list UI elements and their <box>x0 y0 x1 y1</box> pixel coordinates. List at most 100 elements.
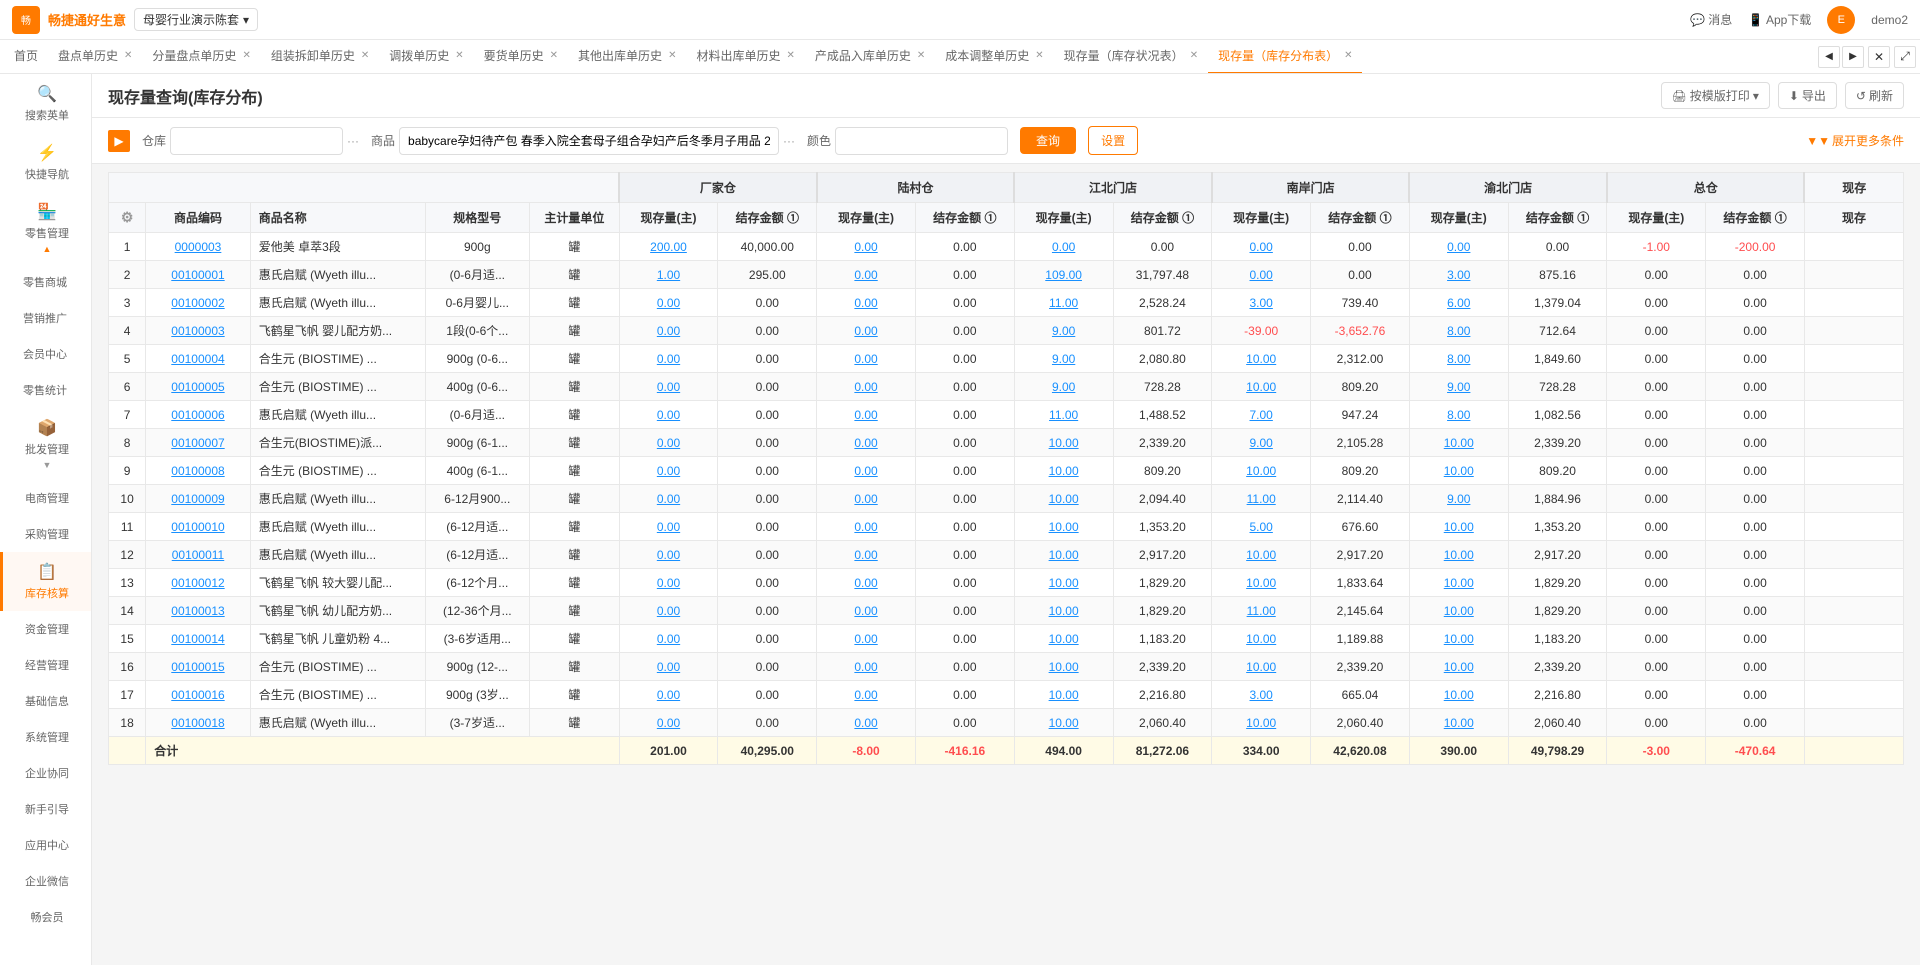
cell-total-amt: 0.00 <box>1706 401 1805 429</box>
cell-factory-qty: 0.00 <box>619 681 718 709</box>
sidebar-item-ecommerce[interactable]: 电商管理 <box>0 480 91 516</box>
cell-na-qty: 10.00 <box>1212 625 1311 653</box>
cell-yb-amt: 1,379.04 <box>1508 289 1607 317</box>
query-btn[interactable]: 查询 <box>1020 127 1076 154</box>
close-tab-partial-count[interactable]: ✕ <box>242 50 250 61</box>
col-jb-qty: 现存量(主) <box>1014 203 1113 233</box>
group-header-base <box>109 173 620 203</box>
tab-material-out[interactable]: 材料出库单历史 ✕ <box>686 40 804 74</box>
group-header-lc: 陆村仓 <box>817 173 1015 203</box>
cell-total-qty: 0.00 <box>1607 597 1706 625</box>
sidebar-item-operations[interactable]: 经营管理 <box>0 647 91 683</box>
cell-total-amt: 0.00 <box>1706 597 1805 625</box>
cell-spec: (6-12月适... <box>425 513 530 541</box>
tab-cost-adjust[interactable]: 成本调整单历史 ✕ <box>935 40 1053 74</box>
sidebar-item-retail-mgmt[interactable]: 🏪 零售管理 ▲ <box>0 192 91 264</box>
cell-lc-amt: 0.00 <box>915 485 1014 513</box>
tab-product-in[interactable]: 产成品入库单历史 ✕ <box>805 40 935 74</box>
avatar[interactable]: E <box>1827 6 1855 34</box>
cell-jb-amt: 1,353.20 <box>1113 513 1212 541</box>
cell-name: 合生元 (BIOSTIME) ... <box>250 373 425 401</box>
cell-factory-qty: 0.00 <box>619 429 718 457</box>
tab-other-out[interactable]: 其他出库单历史 ✕ <box>568 40 686 74</box>
cell-current <box>1804 709 1903 737</box>
warehouse-input[interactable] <box>170 127 343 155</box>
sidebar-item-enterprise[interactable]: 企业协同 <box>0 755 91 791</box>
close-tab-stock-table[interactable]: ✕ <box>1190 50 1198 61</box>
nav-expand-btn[interactable]: ⤢ <box>1894 46 1916 68</box>
close-tab-combo-disassemble[interactable]: ✕ <box>361 50 369 61</box>
cell-total-amt: 0.00 <box>1706 317 1805 345</box>
sidebar-item-shortcut[interactable]: ⚡ 快捷导航 <box>0 133 91 192</box>
cell-total-amt: 0.00 <box>1706 681 1805 709</box>
settings-btn[interactable]: 设置 <box>1088 126 1138 155</box>
tab-purchase-request[interactable]: 要货单历史 ✕ <box>474 40 568 74</box>
sidebar-item-purchase[interactable]: 采购管理 <box>0 516 91 552</box>
tab-combo-disassemble[interactable]: 组装拆卸单历史 ✕ <box>261 40 379 74</box>
sidebar-item-member[interactable]: 会员中心 <box>0 336 91 372</box>
sidebar-item-wholesale[interactable]: 📦 批发管理 ▼ <box>0 408 91 480</box>
app-download-btn[interactable]: 📱 App下载 <box>1748 11 1811 28</box>
cell-total-qty: 0.00 <box>1607 289 1706 317</box>
sidebar-item-wechat[interactable]: 企业微信 <box>0 863 91 899</box>
company-select[interactable]: 母婴行业演示陈套 ▾ <box>134 8 258 31</box>
sidebar-item-finance[interactable]: 资金管理 <box>0 611 91 647</box>
nav-prev-btn[interactable]: ◀ <box>1818 46 1840 68</box>
cell-name: 飞鹤星飞帆 较大婴儿配... <box>250 569 425 597</box>
print-btn[interactable]: 🖨 按模版打印 ▾ <box>1661 82 1770 109</box>
nav-close-all-btn[interactable]: ✕ <box>1868 46 1890 68</box>
product-input[interactable] <box>399 127 779 155</box>
sidebar-item-marketing[interactable]: 营销推广 <box>0 300 91 336</box>
sidebar-item-guide[interactable]: 新手引导 <box>0 791 91 827</box>
tab-stock-dist[interactable]: 现存量（库存分布表） ✕ <box>1208 40 1362 74</box>
color-input[interactable] <box>835 127 1008 155</box>
sidebar-item-vip[interactable]: 畅会员 <box>0 899 91 935</box>
sidebar-item-system[interactable]: 系统管理 <box>0 719 91 755</box>
cell-lc-amt: 0.00 <box>915 233 1014 261</box>
cell-na-qty: 10.00 <box>1212 457 1311 485</box>
refresh-btn[interactable]: ↺ 刷新 <box>1845 82 1904 109</box>
cell-factory-qty: 0.00 <box>619 289 718 317</box>
nav-next-btn[interactable]: ▶ <box>1842 46 1864 68</box>
close-tab-purchase-request[interactable]: ✕ <box>550 50 558 61</box>
sidebar-item-inventory[interactable]: 📋 库存核算 <box>0 552 91 611</box>
username[interactable]: demo2 <box>1871 13 1908 27</box>
sidebar-item-appcenter[interactable]: 应用中心 <box>0 827 91 863</box>
sidebar-item-retail-stats[interactable]: 零售统计 <box>0 372 91 408</box>
cell-spec: (0-6月适... <box>425 261 530 289</box>
filter-expand-btn[interactable]: ▶ <box>108 130 130 152</box>
close-tab-material-out[interactable]: ✕ <box>786 50 794 61</box>
sidebar-item-search[interactable]: 🔍 搜索英单 <box>0 74 91 133</box>
col-name: 商品名称 <box>250 203 425 233</box>
cell-code: 00100002 <box>146 289 251 317</box>
cell-name: 惠氏启赋 (Wyeth illu... <box>250 485 425 513</box>
sidebar-item-basics[interactable]: 基础信息 <box>0 683 91 719</box>
color-label: 颜色 <box>807 132 831 149</box>
cell-total-amt: 0.00 <box>1706 261 1805 289</box>
sidebar-item-retail-shop[interactable]: 零售商城 <box>0 264 91 300</box>
messages-btn[interactable]: 💬 消息 <box>1690 11 1732 28</box>
cell-lc-amt: 0.00 <box>915 401 1014 429</box>
tab-inventory-count[interactable]: 盘点单历史 ✕ <box>48 40 142 74</box>
close-tab-stock-dist[interactable]: ✕ <box>1344 50 1352 61</box>
tab-transfer[interactable]: 调拨单历史 ✕ <box>379 40 473 74</box>
cell-current <box>1804 233 1903 261</box>
cell-factory-qty: 0.00 <box>619 317 718 345</box>
cell-na-amt: -3,652.76 <box>1311 317 1410 345</box>
export-btn[interactable]: ⬇ 导出 <box>1778 82 1837 109</box>
close-tab-transfer[interactable]: ✕ <box>455 50 463 61</box>
expand-more-btn[interactable]: ▼▼ 展开更多条件 <box>1806 132 1904 149</box>
tab-home[interactable]: 首页 <box>4 40 48 74</box>
close-tab-inventory-count[interactable]: ✕ <box>124 50 132 61</box>
col-settings[interactable]: ⚙ <box>109 203 146 233</box>
close-tab-product-in[interactable]: ✕ <box>917 50 925 61</box>
cell-jb-qty: 10.00 <box>1014 709 1113 737</box>
tab-stock-table[interactable]: 现存量（库存状况表） ✕ <box>1054 40 1208 74</box>
close-tab-cost-adjust[interactable]: ✕ <box>1035 50 1043 61</box>
tab-partial-count[interactable]: 分量盘点单历史 ✕ <box>142 40 260 74</box>
shortcut-icon: ⚡ <box>37 143 57 163</box>
sidebar-label-ecommerce: 电商管理 <box>25 490 69 506</box>
filter-bar: ▶ 仓库 ··· 商品 ··· 颜色 查询 设置 ▼▼ 展开更多条件 <box>92 118 1920 164</box>
cell-jb-amt: 2,339.20 <box>1113 653 1212 681</box>
close-tab-other-out[interactable]: ✕ <box>668 50 676 61</box>
